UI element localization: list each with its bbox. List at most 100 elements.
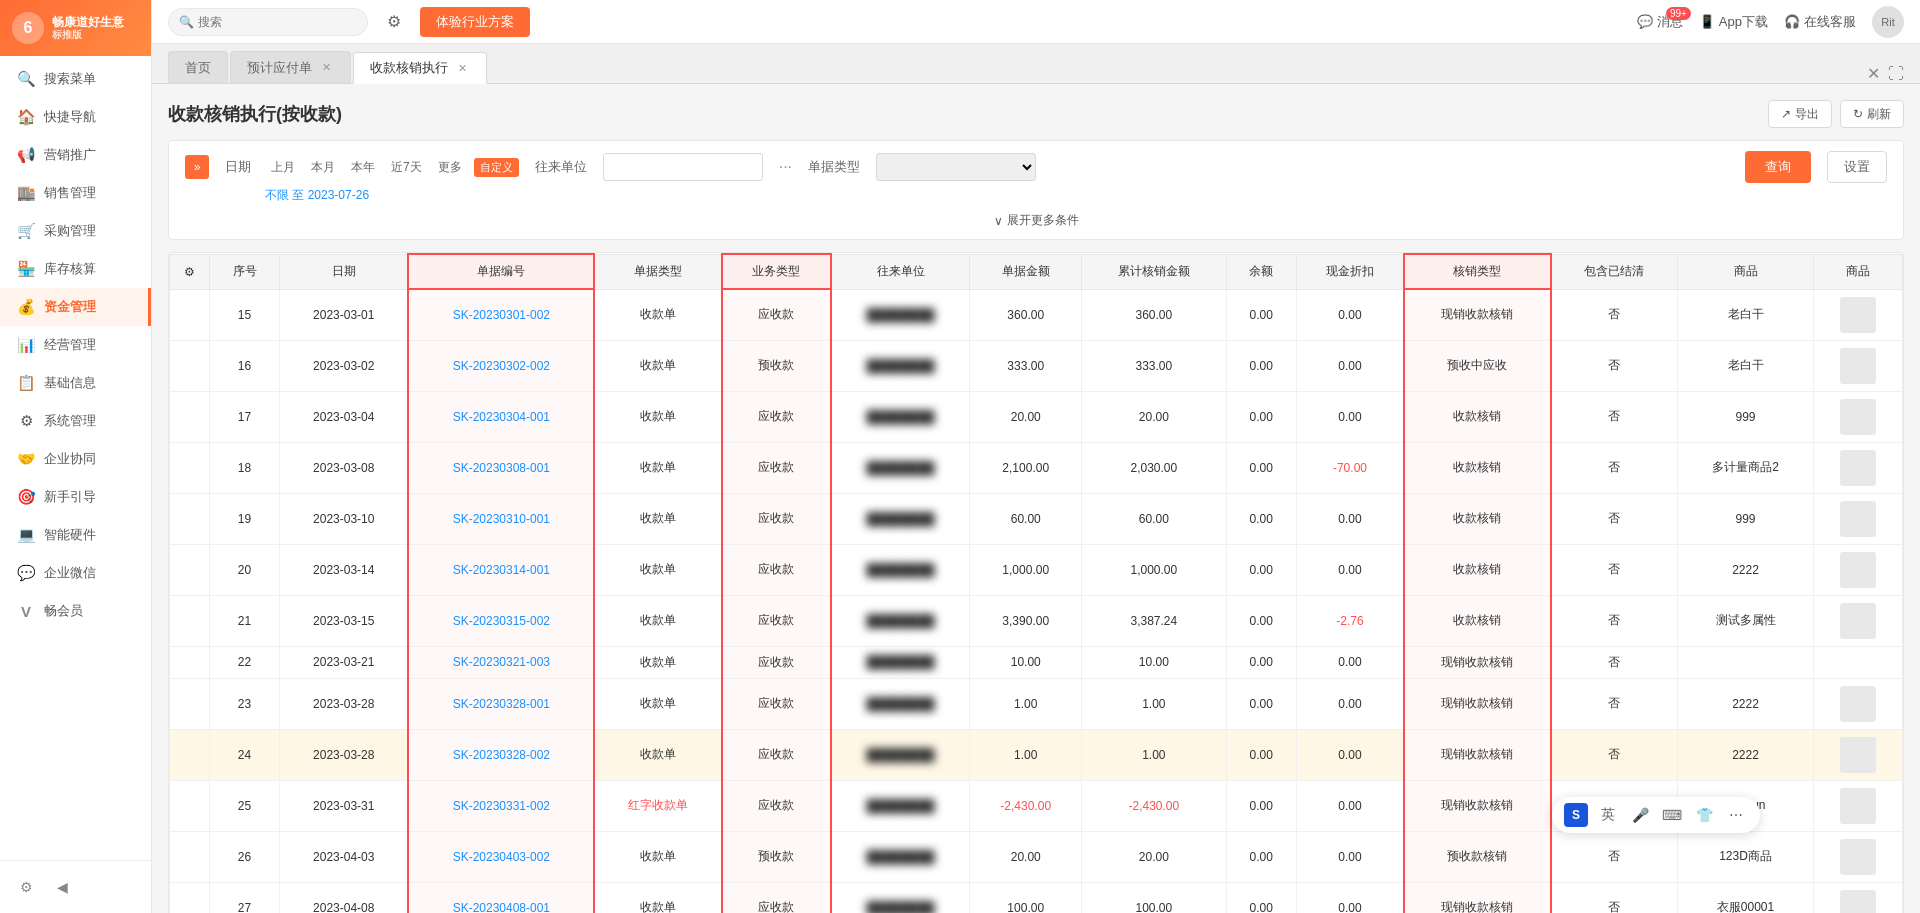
ime-english-btn[interactable]: 英	[1596, 803, 1620, 827]
hardware-icon: 💻	[16, 526, 36, 544]
settings-gear-icon[interactable]: ⚙	[380, 8, 408, 36]
sidebar-item-member[interactable]: V 畅会员	[0, 592, 151, 630]
sidebar-item-wechat[interactable]: 💬 企业微信	[0, 554, 151, 592]
search-input[interactable]	[198, 15, 357, 29]
cell-settings-col[interactable]	[170, 289, 210, 340]
refresh-button[interactable]: ↻ 刷新	[1840, 100, 1904, 128]
tab-close-all-icon[interactable]: ✕	[1867, 64, 1880, 83]
cell-bill-no[interactable]: SK-20230310-001	[408, 493, 594, 544]
cell-cancel-amount: -2,430.00	[1082, 780, 1227, 831]
headset-icon: 🎧	[1784, 14, 1800, 29]
home-tab-label: 首页	[185, 59, 211, 77]
sidebar-item-corp[interactable]: 🤝 企业协同	[0, 440, 151, 478]
date-more[interactable]: 更多	[434, 157, 466, 178]
cell-settings-col[interactable]	[170, 831, 210, 882]
main-content: 🔍 ⚙ 体验行业方案 💬 消息 99+ 📱 App下载 🎧 在线客服 Rit	[152, 0, 1920, 913]
col-product: 商品	[1677, 254, 1813, 289]
cell-bill-no[interactable]: SK-20230315-002	[408, 595, 594, 646]
receipt-type-select[interactable]	[876, 153, 1036, 181]
cell-settings-col[interactable]	[170, 882, 210, 913]
cell-bill-no[interactable]: SK-20230302-002	[408, 340, 594, 391]
cell-settings-col[interactable]	[170, 493, 210, 544]
cell-settings-col[interactable]	[170, 780, 210, 831]
sidebar-item-purchase[interactable]: 🛒 采购管理	[0, 212, 151, 250]
filter-setting-button[interactable]: 设置	[1827, 151, 1887, 183]
collapse-icon[interactable]: ◀	[48, 873, 76, 901]
message-button[interactable]: 💬 消息 99+	[1637, 13, 1683, 31]
cell-product: 123D商品	[1677, 831, 1813, 882]
app-download-button[interactable]: 📱 App下载	[1699, 13, 1768, 31]
cell-cash-discount: -70.00	[1296, 442, 1404, 493]
date-last-7-days[interactable]: 近7天	[387, 157, 426, 178]
cell-bill-no[interactable]: SK-20230308-001	[408, 442, 594, 493]
cell-settings-col[interactable]	[170, 442, 210, 493]
sidebar-item-sales[interactable]: 🏬 销售管理	[0, 174, 151, 212]
sidebar-item-operations[interactable]: 📊 经营管理	[0, 326, 151, 364]
cell-bill-no[interactable]: SK-20230314-001	[408, 544, 594, 595]
collection-tab-close-icon[interactable]: ✕	[454, 60, 470, 76]
cell-bill-no[interactable]: SK-20230328-002	[408, 729, 594, 780]
sidebar-item-finance[interactable]: 💰 资金管理	[0, 288, 151, 326]
sidebar-item-quicknav[interactable]: 🏠 快捷导航	[0, 98, 151, 136]
cell-product-image	[1814, 391, 1903, 442]
sidebar-item-guide[interactable]: 🎯 新手引导	[0, 478, 151, 516]
settings-bottom-icon[interactable]: ⚙	[12, 873, 40, 901]
export-button[interactable]: ↗ 导出	[1768, 100, 1832, 128]
cell-settings-col[interactable]	[170, 646, 210, 678]
cell-bill-no[interactable]: SK-20230403-002	[408, 831, 594, 882]
cell-product: 测试多属性	[1677, 595, 1813, 646]
sidebar-item-system[interactable]: ⚙ 系统管理	[0, 402, 151, 440]
cell-bill-no[interactable]: SK-20230328-001	[408, 678, 594, 729]
sidebar-item-search[interactable]: 🔍 搜索菜单	[0, 60, 151, 98]
user-avatar[interactable]: Rit	[1872, 6, 1904, 38]
cell-amount: 360.00	[970, 289, 1082, 340]
cell-date: 2023-03-14	[280, 544, 409, 595]
cell-bill-no[interactable]: SK-20230301-002	[408, 289, 594, 340]
cell-settings-col[interactable]	[170, 729, 210, 780]
partner-input[interactable]	[603, 153, 763, 181]
solution-button[interactable]: 体验行业方案	[420, 7, 530, 37]
tab-home[interactable]: 首页	[168, 51, 228, 83]
cell-no: 18	[210, 442, 280, 493]
tab-receivable[interactable]: 预计应付单 ✕	[230, 51, 351, 83]
sidebar-item-hardware[interactable]: 💻 智能硬件	[0, 516, 151, 554]
date-this-month[interactable]: 本月	[307, 157, 339, 178]
ime-more-icon[interactable]: ⋯	[1724, 803, 1748, 827]
topbar-search-bar[interactable]: 🔍	[168, 8, 368, 36]
cell-settings-col[interactable]	[170, 340, 210, 391]
cell-cancel-amount: 100.00	[1082, 882, 1227, 913]
date-last-month[interactable]: 上月	[267, 157, 299, 178]
sidebar-item-marketing[interactable]: 📢 营销推广	[0, 136, 151, 174]
cell-biz-type: 应收款	[722, 544, 831, 595]
cell-settings-col[interactable]	[170, 544, 210, 595]
sidebar-menu: 🔍 搜索菜单 🏠 快捷导航 📢 营销推广 🏬 销售管理 🛒 采购管理 🏪 库存核…	[0, 56, 151, 860]
query-button[interactable]: 查询	[1745, 151, 1811, 183]
cell-settings-col[interactable]	[170, 391, 210, 442]
receivable-tab-close-icon[interactable]: ✕	[318, 60, 334, 76]
cell-biz-type: 应收款	[722, 646, 831, 678]
date-this-year[interactable]: 本年	[347, 157, 379, 178]
tab-expand-icon[interactable]: ⛶	[1888, 65, 1904, 83]
ime-mic-icon[interactable]: 🎤	[1628, 803, 1652, 827]
col-settings[interactable]: ⚙	[170, 254, 210, 289]
cell-date: 2023-03-02	[280, 340, 409, 391]
date-custom-btn[interactable]: 自定义	[474, 158, 519, 177]
ime-keyboard-icon[interactable]: ⌨	[1660, 803, 1684, 827]
sidebar-item-inventory[interactable]: 🏪 库存核算	[0, 250, 151, 288]
online-service-button[interactable]: 🎧 在线客服	[1784, 13, 1856, 31]
search-menu-icon: 🔍	[16, 70, 36, 88]
cell-bill-no[interactable]: SK-20230321-003	[408, 646, 594, 678]
expand-more-conditions[interactable]: ∨ 展开更多条件	[994, 212, 1079, 229]
tab-collection[interactable]: 收款核销执行 ✕	[353, 52, 487, 84]
cell-partner: ████████	[831, 391, 970, 442]
cell-settings-col[interactable]	[170, 678, 210, 729]
cell-settings-col[interactable]	[170, 595, 210, 646]
cell-bill-no[interactable]: SK-20230304-001	[408, 391, 594, 442]
filter-expand-button[interactable]: »	[185, 155, 209, 179]
cell-bill-no[interactable]: SK-20230331-002	[408, 780, 594, 831]
cell-no: 25	[210, 780, 280, 831]
cell-partner: ████████	[831, 442, 970, 493]
sidebar-item-basic[interactable]: 📋 基础信息	[0, 364, 151, 402]
ime-skin-icon[interactable]: 👕	[1692, 803, 1716, 827]
cell-bill-no[interactable]: SK-20230408-001	[408, 882, 594, 913]
